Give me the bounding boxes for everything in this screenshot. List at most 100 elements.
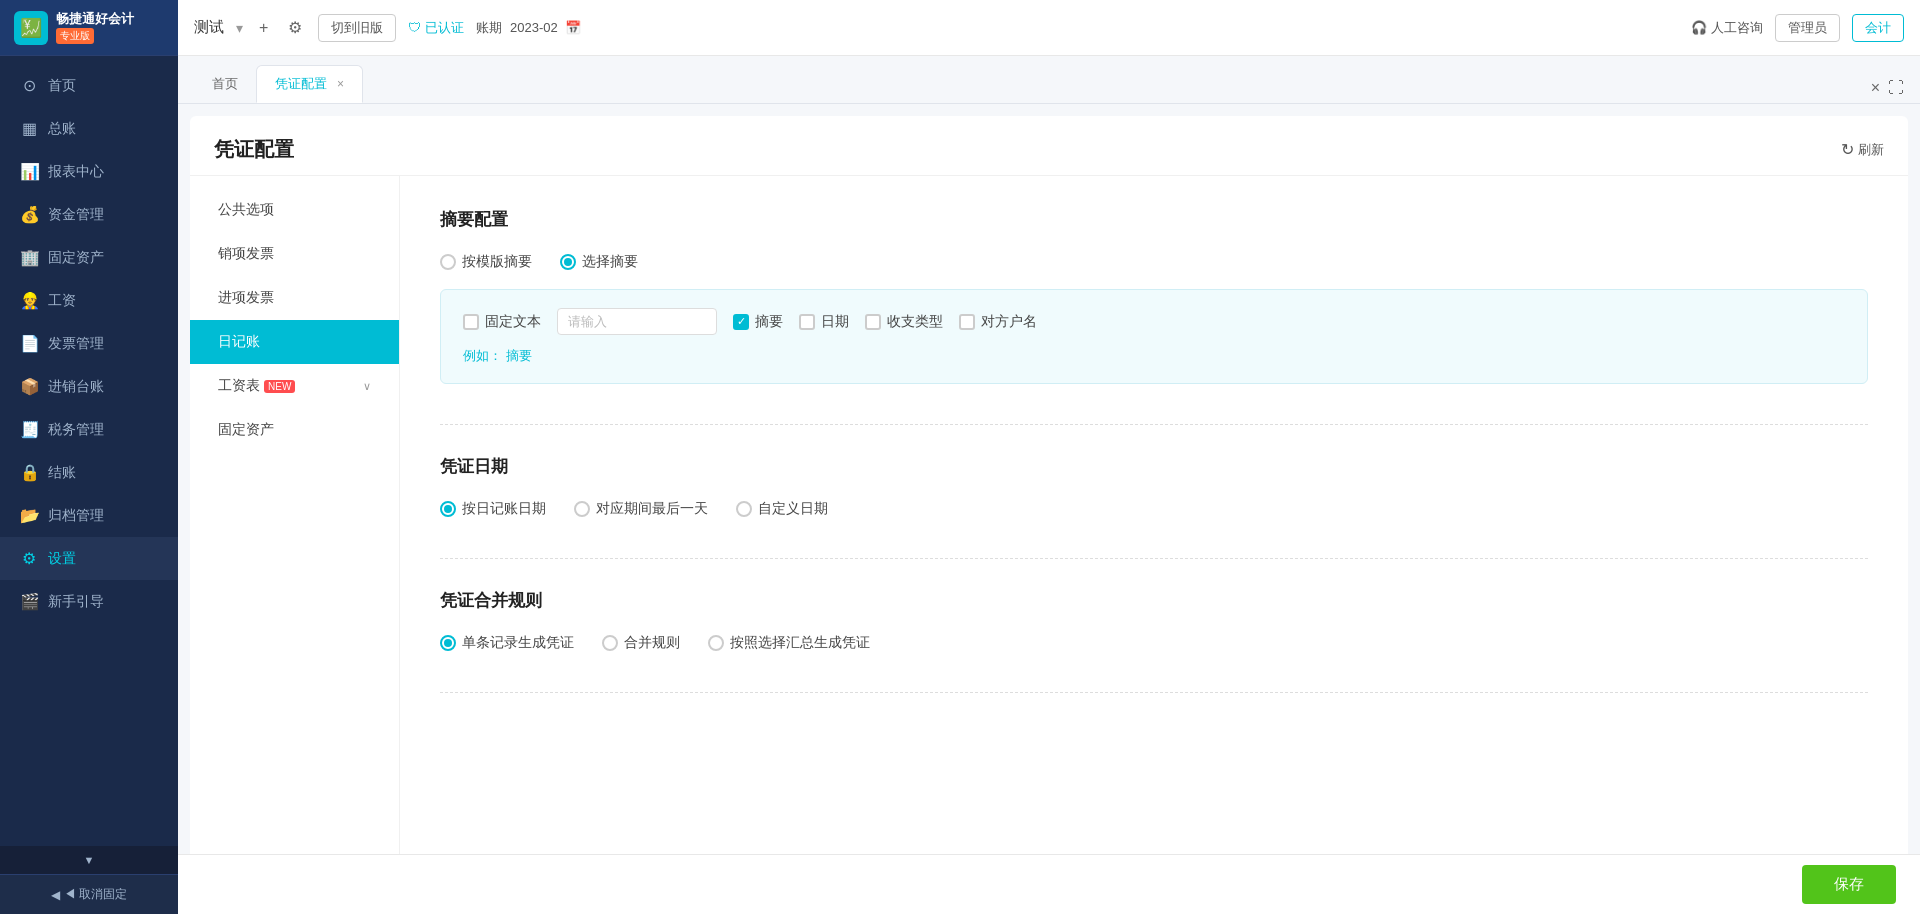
sidebar-item-archive[interactable]: 📂 归档管理 — [0, 494, 178, 537]
sales-icon: 📦 — [20, 377, 38, 396]
radio-period-last-label: 对应期间最后一天 — [596, 500, 708, 518]
radio-single[interactable]: 单条记录生成凭证 — [440, 634, 574, 652]
radio-select-label: 选择摘要 — [582, 253, 638, 271]
summary-section: 摘要配置 按模版摘要 选择摘要 — [440, 208, 1868, 384]
radio-journal-date-circle — [440, 501, 456, 517]
income-type-checkbox — [865, 314, 881, 330]
left-nav-payroll[interactable]: 工资表 NEW ∨ — [190, 364, 399, 408]
radio-template-summary[interactable]: 按模版摘要 — [440, 253, 532, 271]
radio-merge-rules-label: 合并规则 — [624, 634, 680, 652]
date-checkbox — [799, 314, 815, 330]
capital-icon: 💰 — [20, 205, 38, 224]
admin-button[interactable]: 管理员 — [1775, 14, 1840, 42]
sidebar-item-sales[interactable]: 📦 进销台账 — [0, 365, 178, 408]
cancel-pin-button[interactable]: ◀ ◀ 取消固定 — [0, 874, 178, 914]
ledger-icon: ▦ — [20, 119, 38, 138]
checkbox-counterparty[interactable]: 对方户名 — [959, 313, 1037, 331]
fixed-text-checkbox — [463, 314, 479, 330]
checkbox-summary[interactable]: ✓ 摘要 — [733, 313, 783, 331]
cancel-pin-label: ◀ 取消固定 — [64, 886, 127, 903]
date-title: 凭证日期 — [440, 455, 1868, 478]
home-icon: ⊙ — [20, 76, 38, 95]
merge-section: 凭证合并规则 单条记录生成凭证 合并规则 按照选择汇总生成凭证 — [440, 589, 1868, 652]
sidebar-item-close[interactable]: 🔒 结账 — [0, 451, 178, 494]
project-name: 测试 — [194, 18, 224, 37]
sidebar-item-salary[interactable]: 👷 工资 — [0, 279, 178, 322]
sidebar-item-assets[interactable]: 🏢 固定资产 — [0, 236, 178, 279]
sidebar-item-capital[interactable]: 💰 资金管理 — [0, 193, 178, 236]
sidebar-item-report[interactable]: 📊 报表中心 — [0, 150, 178, 193]
sidebar-item-guide[interactable]: 🎬 新手引导 — [0, 580, 178, 623]
fixed-text-input[interactable] — [557, 308, 717, 335]
refresh-label: 刷新 — [1858, 141, 1884, 159]
tab-home[interactable]: 首页 — [194, 65, 256, 103]
left-nav-fixed-assets[interactable]: 固定资产 — [190, 408, 399, 452]
sidebar-item-settings[interactable]: ⚙ 设置 — [0, 537, 178, 580]
radio-journal-date[interactable]: 按日记账日期 — [440, 500, 546, 518]
sidebar-scroll-down[interactable]: ▼ — [0, 846, 178, 874]
sidebar-item-label: 发票管理 — [48, 335, 104, 353]
calendar-icon[interactable]: 📅 — [565, 20, 581, 35]
radio-select-merge-circle — [708, 635, 724, 651]
left-nav-public[interactable]: 公共选项 — [190, 188, 399, 232]
radio-template-label: 按模版摘要 — [462, 253, 532, 271]
add-icon[interactable]: + — [255, 15, 272, 41]
radio-custom-date[interactable]: 自定义日期 — [736, 500, 828, 518]
sidebar-logo: 💹 畅捷通好会计 专业版 — [0, 0, 178, 56]
checkbox-fixed-text[interactable]: 固定文本 — [463, 313, 541, 331]
bottom-bar: 保存 — [178, 854, 1920, 914]
page-title: 凭证配置 — [214, 136, 294, 163]
project-dropdown-arrow[interactable]: ▾ — [236, 20, 243, 36]
radio-single-circle — [440, 635, 456, 651]
close-module-icon: 🔒 — [20, 463, 38, 482]
summary-config-row: 固定文本 ✓ 摘要 日期 — [463, 308, 1845, 335]
assets-icon: 🏢 — [20, 248, 38, 267]
guide-icon: 🎬 — [20, 592, 38, 611]
checkbox-income-type[interactable]: 收支类型 — [865, 313, 943, 331]
sidebar-item-ledger[interactable]: ▦ 总账 — [0, 107, 178, 150]
main-area: 凭证配置 ↻ 刷新 公共选项 销项发票 进项发票 日记账 — [178, 104, 1920, 914]
sidebar-item-label: 税务管理 — [48, 421, 104, 439]
save-button[interactable]: 保存 — [1802, 865, 1896, 904]
shield-icon: 🛡 — [408, 20, 421, 35]
left-nav-purchase-invoice[interactable]: 进项发票 — [190, 276, 399, 320]
sidebar-item-home[interactable]: ⊙ 首页 — [0, 64, 178, 107]
cancel-pin-icon: ◀ — [51, 888, 60, 902]
topbar-settings-icon[interactable]: ⚙ — [284, 14, 306, 41]
switch-version-button[interactable]: 切到旧版 — [318, 14, 396, 42]
summary-radio-group: 按模版摘要 选择摘要 — [440, 253, 1868, 271]
sidebar-item-label: 进销台账 — [48, 378, 104, 396]
support-button[interactable]: 🎧 人工咨询 — [1691, 19, 1763, 37]
sidebar-item-invoice[interactable]: 📄 发票管理 — [0, 322, 178, 365]
window-close-icon[interactable]: × — [1871, 79, 1880, 97]
left-nav-journal[interactable]: 日记账 — [190, 320, 399, 364]
checkbox-date[interactable]: 日期 — [799, 313, 849, 331]
support-label: 人工咨询 — [1711, 19, 1763, 37]
sidebar-item-label: 总账 — [48, 120, 76, 138]
refresh-button[interactable]: ↻ 刷新 — [1841, 140, 1884, 159]
accountant-button[interactable]: 会计 — [1852, 14, 1904, 42]
tabbar: 首页 凭证配置 × × ⛶ — [178, 56, 1920, 104]
sidebar-nav: ⊙ 首页 ▦ 总账 📊 报表中心 💰 资金管理 🏢 固定资产 👷 工资 📄 发票… — [0, 56, 178, 846]
sidebar-item-label: 资金管理 — [48, 206, 104, 224]
income-type-label: 收支类型 — [887, 313, 943, 331]
fullscreen-icon[interactable]: ⛶ — [1888, 79, 1904, 97]
counterparty-checkbox — [959, 314, 975, 330]
radio-select-summary[interactable]: 选择摘要 — [560, 253, 638, 271]
radio-select-merge[interactable]: 按照选择汇总生成凭证 — [708, 634, 870, 652]
left-nav-sales-invoice[interactable]: 销项发票 — [190, 232, 399, 276]
radio-custom-date-label: 自定义日期 — [758, 500, 828, 518]
example-text: 例如： 摘要 — [463, 347, 1845, 365]
refresh-icon: ↻ — [1841, 140, 1854, 159]
merge-radio-group: 单条记录生成凭证 合并规则 按照选择汇总生成凭证 — [440, 634, 1868, 652]
left-nav: 公共选项 销项发票 进项发票 日记账 工资表 NEW ∨ 固定资产 — [190, 176, 400, 902]
topbar: 测试 ▾ + ⚙ 切到旧版 🛡 已认证 账期 2023-02 📅 🎧 人工咨询 … — [178, 0, 1920, 56]
radio-merge-rules[interactable]: 合并规则 — [602, 634, 680, 652]
tab-home-label: 首页 — [212, 75, 238, 93]
radio-period-last[interactable]: 对应期间最后一天 — [574, 500, 708, 518]
right-content: 摘要配置 按模版摘要 选择摘要 — [400, 176, 1908, 902]
invoice-icon: 📄 — [20, 334, 38, 353]
tab-close-icon[interactable]: × — [337, 77, 344, 91]
sidebar-item-tax[interactable]: 🧾 税务管理 — [0, 408, 178, 451]
tab-voucher-config[interactable]: 凭证配置 × — [256, 65, 363, 103]
